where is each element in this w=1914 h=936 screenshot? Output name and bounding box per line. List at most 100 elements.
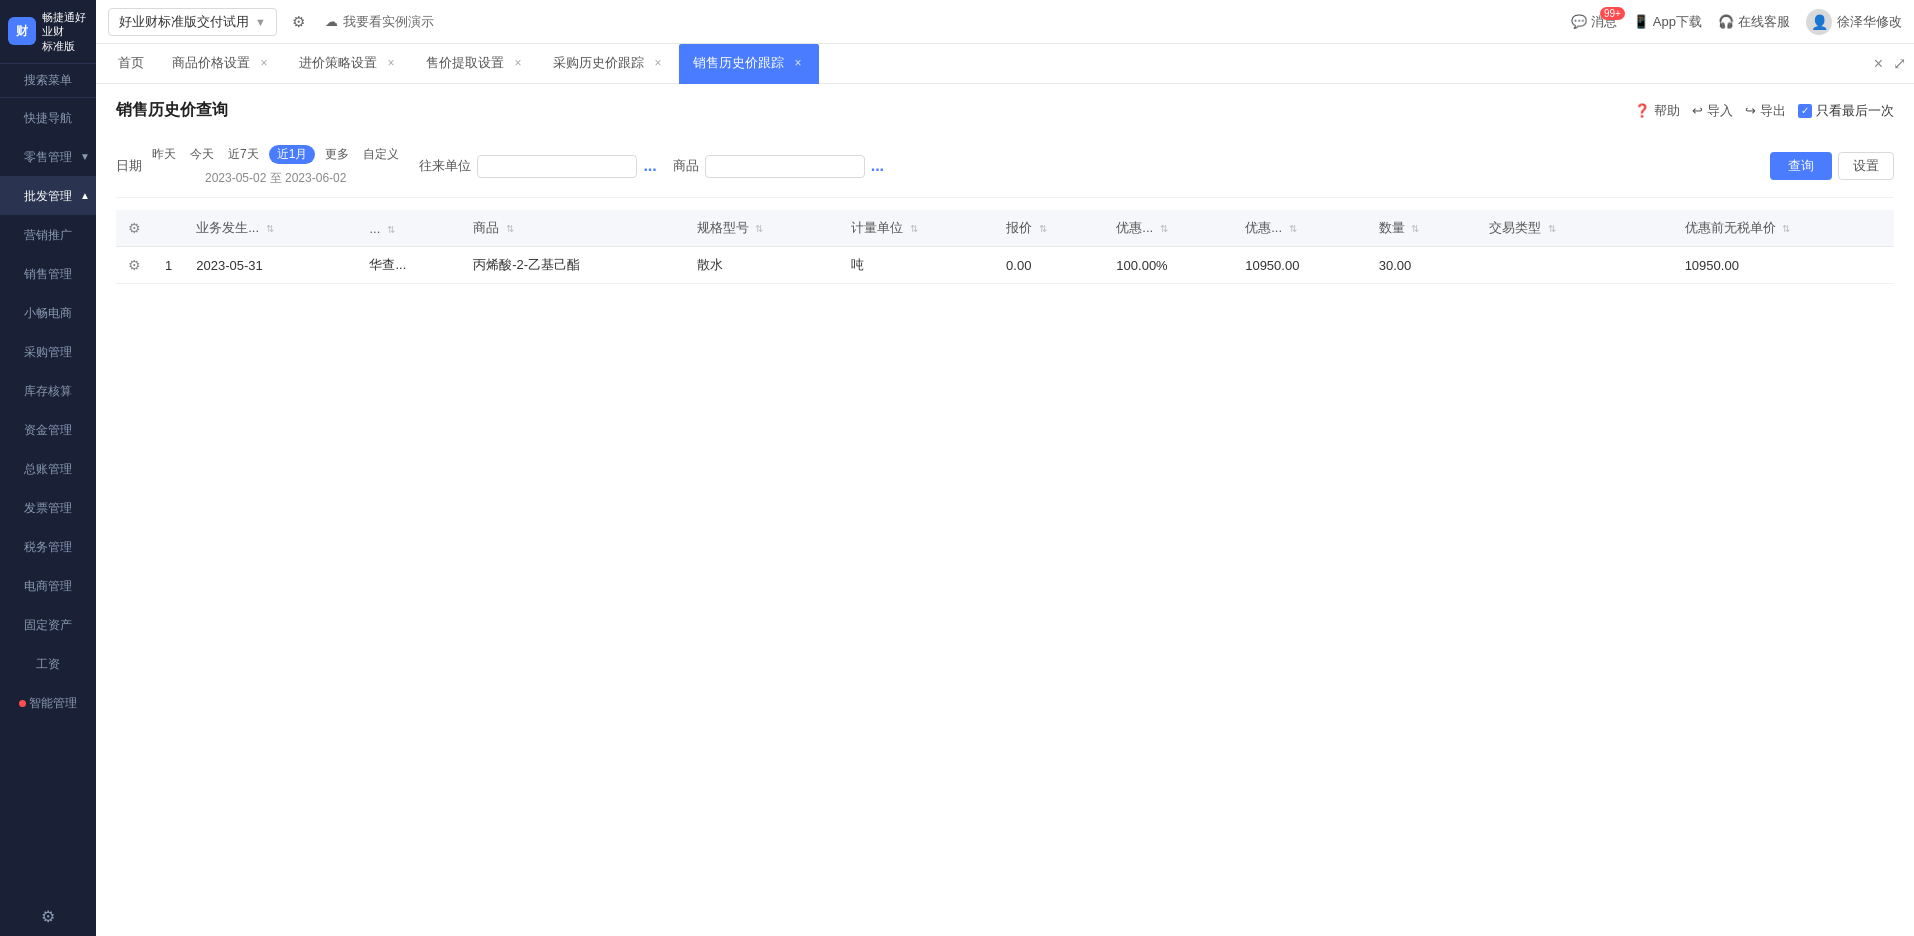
sort-quantity-icon: ⇅	[1411, 223, 1419, 234]
import-icon: ↩	[1692, 103, 1703, 118]
col-quantity[interactable]: 数量 ⇅	[1367, 210, 1477, 247]
col-num	[153, 210, 184, 247]
row-gear-icon[interactable]: ⚙	[128, 257, 141, 273]
sidebar-item-marketing[interactable]: 营销推广	[0, 215, 96, 254]
user-profile[interactable]: 👤 徐泽华修改	[1806, 9, 1902, 35]
row-business-date-cell: 2023-05-31	[184, 247, 357, 284]
module-dropdown-icon: ▼	[255, 16, 266, 28]
col-unit[interactable]: 计量单位 ⇅	[839, 210, 994, 247]
sort-price-icon: ⇅	[1039, 223, 1047, 234]
sidebar-item-assets[interactable]: 固定资产	[0, 605, 96, 644]
demo-button[interactable]: ☁ 我要看实例演示	[325, 13, 434, 31]
sidebar-item-inventory[interactable]: 库存核算	[0, 371, 96, 410]
col-trans-type[interactable]: 交易类型 ⇅	[1477, 210, 1632, 247]
sidebar-item-invoice[interactable]: 发票管理	[0, 488, 96, 527]
logo-icon: 财	[8, 17, 36, 45]
col-pretax-price[interactable]: 优惠前无税单价 ⇅	[1673, 210, 1894, 247]
module-name: 好业财标准版交付试用	[119, 13, 249, 31]
row-num-cell: 1	[153, 247, 184, 284]
message-button[interactable]: 💬 消息 99+	[1571, 13, 1617, 31]
date-option-last-month[interactable]: 近1月	[269, 145, 316, 164]
sidebar-item-retail[interactable]: 零售管理 ▼	[0, 137, 96, 176]
col-spec[interactable]: 规格型号 ⇅	[685, 210, 840, 247]
export-button[interactable]: ↪ 导出	[1745, 102, 1786, 120]
sort-discount2-icon: ⇅	[1289, 223, 1297, 234]
col-price[interactable]: 报价 ⇅	[994, 210, 1104, 247]
sidebar-item-payroll[interactable]: 工资	[0, 644, 96, 683]
date-option-today[interactable]: 今天	[186, 145, 218, 164]
row-trans-type-cell	[1477, 247, 1632, 284]
col-product[interactable]: 商品 ⇅	[461, 210, 684, 247]
tab-close-sales-history[interactable]: ×	[791, 56, 805, 70]
page-inner: 销售历史价查询 ❓ 帮助 ↩ 导入 ↪ 导出	[96, 84, 1914, 936]
table-header-row: ⚙ 业务发生... ⇅ ... ⇅ 商品 ⇅	[116, 210, 1894, 247]
sort-product-icon: ⇅	[506, 223, 514, 234]
sidebar-item-ecommerce[interactable]: 电商管理	[0, 566, 96, 605]
tab-sales-history[interactable]: 销售历史价跟踪 ×	[679, 44, 819, 84]
red-dot-icon	[19, 700, 26, 707]
col-spacer	[1632, 210, 1673, 247]
sort-pretax-price-icon: ⇅	[1782, 223, 1790, 234]
data-table: ⚙ 业务发生... ⇅ ... ⇅ 商品 ⇅	[116, 210, 1894, 284]
customer-dots-button[interactable]: ...	[643, 157, 656, 175]
sort-trans-type-icon: ⇅	[1548, 223, 1556, 234]
col-business-date[interactable]: 业务发生... ⇅	[184, 210, 357, 247]
module-selector[interactable]: 好业财标准版交付试用 ▼	[108, 8, 277, 36]
page-content: 销售历史价查询 ❓ 帮助 ↩ 导入 ↪ 导出	[96, 84, 1914, 936]
query-button[interactable]: 查询	[1770, 152, 1832, 180]
sidebar-item-wholesale[interactable]: 批发管理 ▲	[0, 176, 96, 215]
date-option-last7[interactable]: 近7天	[224, 145, 263, 164]
tab-close-purchase-strategy[interactable]: ×	[384, 56, 398, 70]
tab-close-price[interactable]: ×	[257, 56, 271, 70]
tabbar-close-button[interactable]: ×	[1874, 55, 1883, 73]
topbar-settings-button[interactable]: ⚙	[285, 8, 313, 36]
date-option-more[interactable]: 更多	[321, 145, 353, 164]
tab-sale-price[interactable]: 售价提取设置 ×	[412, 44, 539, 84]
col-more[interactable]: ... ⇅	[357, 210, 461, 247]
sidebar-logo: 财 畅捷通好业财 标准版	[0, 0, 96, 64]
sidebar-settings-icon[interactable]: ⚙	[0, 897, 96, 936]
chevron-down-icon: ▼	[80, 151, 90, 162]
tab-price[interactable]: 商品价格设置 ×	[158, 44, 285, 84]
row-discount2-cell: 10950.00	[1233, 247, 1367, 284]
sidebar-item-smart[interactable]: 智能管理	[0, 683, 96, 722]
help-button[interactable]: ❓ 帮助	[1634, 102, 1680, 120]
sidebar-item-purchase[interactable]: 采购管理	[0, 332, 96, 371]
filter-settings-button[interactable]: 设置	[1838, 152, 1894, 180]
tab-close-purchase-history[interactable]: ×	[651, 56, 665, 70]
sidebar-search[interactable]: 搜索菜单	[0, 64, 96, 98]
page-actions: ❓ 帮助 ↩ 导入 ↪ 导出 只看最后一次	[1634, 102, 1894, 120]
row-more-cols-cell: 华查...	[357, 247, 461, 284]
tabbar-expand-button[interactable]: ⤢	[1893, 54, 1906, 73]
product-input[interactable]	[705, 155, 865, 178]
sidebar-item-ecommerce-small[interactable]: 小畅电商	[0, 293, 96, 332]
customer-input[interactable]	[477, 155, 637, 178]
only-last-checkbox[interactable]: 只看最后一次	[1798, 102, 1894, 120]
user-name: 徐泽华修改	[1837, 13, 1902, 31]
sort-spec-icon: ⇅	[755, 223, 763, 234]
sidebar-item-finance[interactable]: 资金管理	[0, 410, 96, 449]
tab-purchase-history[interactable]: 采购历史价跟踪 ×	[539, 44, 679, 84]
service-button[interactable]: 🎧 在线客服	[1718, 13, 1790, 31]
app-download-button[interactable]: 📱 App下载	[1633, 13, 1702, 31]
row-gear-cell[interactable]: ⚙	[116, 247, 153, 284]
date-option-yesterday[interactable]: 昨天	[148, 145, 180, 164]
col-discount1[interactable]: 优惠... ⇅	[1104, 210, 1233, 247]
app-icon: 📱	[1633, 14, 1649, 29]
col-discount2[interactable]: 优惠... ⇅	[1233, 210, 1367, 247]
page-title: 销售历史价查询	[116, 100, 228, 121]
tab-home[interactable]: 首页	[104, 44, 158, 84]
sidebar-item-sales[interactable]: 销售管理	[0, 254, 96, 293]
tab-close-sale-price[interactable]: ×	[511, 56, 525, 70]
product-dots-button[interactable]: ...	[871, 157, 884, 175]
date-option-custom[interactable]: 自定义	[359, 145, 403, 164]
import-button[interactable]: ↩ 导入	[1692, 102, 1733, 120]
tabbar: 首页 商品价格设置 × 进价策略设置 × 售价提取设置 × 采购历史价跟踪 × …	[96, 44, 1914, 84]
table-gear-icon[interactable]: ⚙	[128, 220, 141, 236]
logo-text: 畅捷通好业财 标准版	[42, 10, 88, 53]
sidebar-item-quicknav[interactable]: 快捷导航	[0, 98, 96, 137]
sidebar-item-ledger[interactable]: 总账管理	[0, 449, 96, 488]
tab-purchase-strategy[interactable]: 进价策略设置 ×	[285, 44, 412, 84]
sidebar-item-tax[interactable]: 税务管理	[0, 527, 96, 566]
col-gear: ⚙	[116, 210, 153, 247]
